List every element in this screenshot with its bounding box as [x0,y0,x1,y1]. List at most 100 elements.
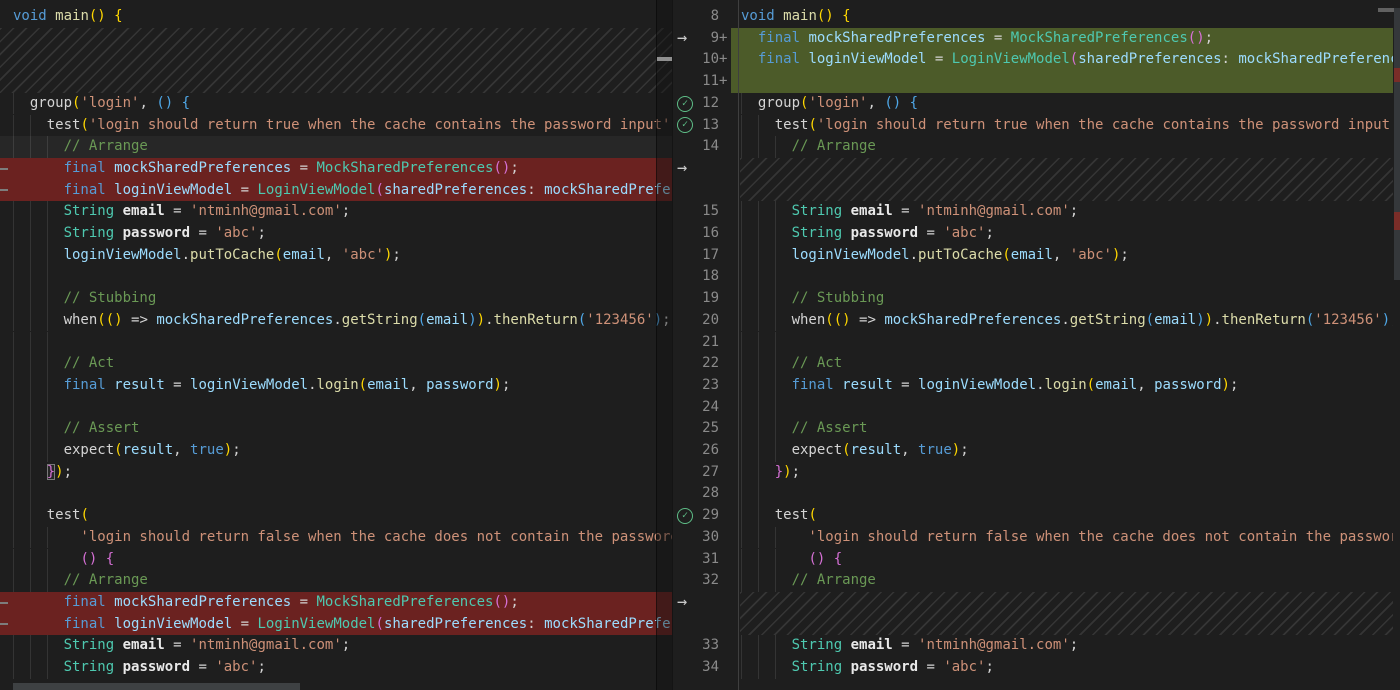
code-token [114,225,122,241]
code-token [901,95,909,111]
code-line[interactable]: final loginViewModel = LoginViewModel(sh… [0,614,672,636]
code-line[interactable] [0,397,672,419]
code-line[interactable]: String email = 'ntminh@gmail.com'; [0,201,672,223]
code-text: test('login should return true when the … [13,115,672,137]
code-line[interactable]: String email = 'ntminh@gmail.com';33 [673,635,1400,657]
line-number[interactable]: 30 [687,527,719,549]
code-line[interactable]: void main() { [0,6,672,28]
revert-change-arrow-icon[interactable]: → [677,158,687,180]
code-line[interactable]: void main() {8 [673,6,1400,28]
code-line[interactable]: // Arrange32 [673,570,1400,592]
code-text: void main() { [13,6,123,28]
code-line[interactable]: 21 [673,332,1400,354]
original-editor[interactable]: void main() { group('login', () { test('… [0,0,672,690]
code-line[interactable]: // Act22 [673,353,1400,375]
code-line[interactable] [0,332,672,354]
code-line[interactable]: final mockSharedPreferences = MockShared… [0,592,672,614]
code-line[interactable]: loginViewModel.putToCache(email, 'abc'); [0,245,672,267]
code-line[interactable] [0,266,672,288]
code-line[interactable]: final result = loginViewModel.login(emai… [673,375,1400,397]
code-line[interactable]: expect(result, true);26 [673,440,1400,462]
code-token: putToCache [190,247,274,263]
vertical-scrollbar-right[interactable] [1393,0,1400,690]
code-line[interactable]: final loginViewModel = LoginViewModel(sh… [0,180,672,202]
code-line[interactable]: group('login', () { [0,93,672,115]
horizontal-scrollbar-left[interactable] [13,683,300,690]
code-line[interactable]: group('login', () {12✓ [673,93,1400,115]
code-line[interactable]: 24 [673,397,1400,419]
code-line[interactable]: final mockSharedPreferences = MockShared… [673,28,1400,50]
line-number[interactable]: 9 [687,28,719,50]
line-number[interactable]: 20 [687,310,719,332]
code-token: = [190,225,215,241]
line-number[interactable]: 27 [687,462,719,484]
code-line[interactable]: () {31 [673,549,1400,571]
code-line[interactable]: String password = 'abc';16 [673,223,1400,245]
code-line[interactable]: // Act [0,353,672,375]
line-number[interactable]: 8 [687,6,719,28]
code-line[interactable]: 11+ [673,71,1400,93]
code-line[interactable]: when(() => mockSharedPreferences.getStri… [673,310,1400,332]
line-number[interactable]: 34 [687,657,719,679]
code-line[interactable]: String password = 'abc'; [0,223,672,245]
code-line[interactable]: 28 [673,483,1400,505]
code-line[interactable] [0,483,672,505]
code-line[interactable]: test('login should return true when the … [0,115,672,137]
code-line[interactable]: () { [0,549,672,571]
line-number[interactable]: 17 [687,245,719,267]
line-number[interactable]: 10 [687,49,719,71]
line-number[interactable]: 18 [687,266,719,288]
code-line[interactable]: // Stubbing [0,288,672,310]
line-number[interactable]: 19 [687,288,719,310]
code-line[interactable]: String email = 'ntminh@gmail.com';15 [673,201,1400,223]
code-line[interactable]: String password = 'abc'; [0,657,672,679]
code-line[interactable]: // Stubbing19 [673,288,1400,310]
test-passed-icon[interactable]: ✓ [677,96,693,112]
line-number[interactable]: 11 [687,71,719,93]
code-token: ( [1146,312,1154,328]
code-line[interactable]: 'login should return false when the cach… [0,527,672,549]
line-number[interactable]: 32 [687,570,719,592]
line-number[interactable]: 31 [687,549,719,571]
code-line[interactable]: // Arrange [0,136,672,158]
vertical-scrollbar-left[interactable] [656,0,672,690]
code-line[interactable]: }); [0,462,672,484]
code-line[interactable]: final loginViewModel = LoginViewModel(sh… [673,49,1400,71]
code-line[interactable]: 'login should return false when the cach… [673,527,1400,549]
code-line[interactable]: test('login should return true when the … [673,115,1400,137]
line-number[interactable]: 16 [687,223,719,245]
line-number[interactable]: 23 [687,375,719,397]
code-line[interactable]: // Arrange14 [673,136,1400,158]
code-line[interactable]: test(29✓ [673,505,1400,527]
line-number[interactable]: 26 [687,440,719,462]
test-passed-icon[interactable]: ✓ [677,508,693,524]
code-line[interactable]: // Arrange [0,570,672,592]
code-line[interactable]: String password = 'abc';34 [673,657,1400,679]
scrollbar-thumb[interactable] [1394,8,1400,280]
code-line[interactable]: // Assert [0,418,672,440]
code-line[interactable]: expect(result, true); [0,440,672,462]
code-line[interactable]: });27 [673,462,1400,484]
line-number[interactable]: 14 [687,136,719,158]
code-line[interactable]: 18 [673,266,1400,288]
line-number[interactable]: 22 [687,353,719,375]
revert-change-arrow-icon[interactable]: → [677,592,687,614]
line-number[interactable]: 25 [687,418,719,440]
line-number[interactable]: 28 [687,483,719,505]
line-number[interactable]: 24 [687,397,719,419]
code-line[interactable]: // Assert25 [673,418,1400,440]
code-line[interactable]: final mockSharedPreferences = MockShared… [0,158,672,180]
code-token [842,225,850,241]
revert-change-arrow-icon[interactable]: → [677,28,687,50]
code-line[interactable]: when(() => mockSharedPreferences.getStri… [0,310,672,332]
line-number[interactable]: 33 [687,635,719,657]
code-line[interactable]: String email = 'ntminh@gmail.com'; [0,635,672,657]
code-token: email [1011,247,1053,263]
modified-editor[interactable]: void main() {8 final mockSharedPreferenc… [672,0,1400,690]
code-line[interactable]: loginViewModel.putToCache(email, 'abc');… [673,245,1400,267]
line-number[interactable]: 21 [687,332,719,354]
code-line[interactable]: test( [0,505,672,527]
code-token: () [808,551,825,567]
code-line[interactable]: final result = loginViewModel.login(emai… [0,375,672,397]
line-number[interactable]: 15 [687,201,719,223]
